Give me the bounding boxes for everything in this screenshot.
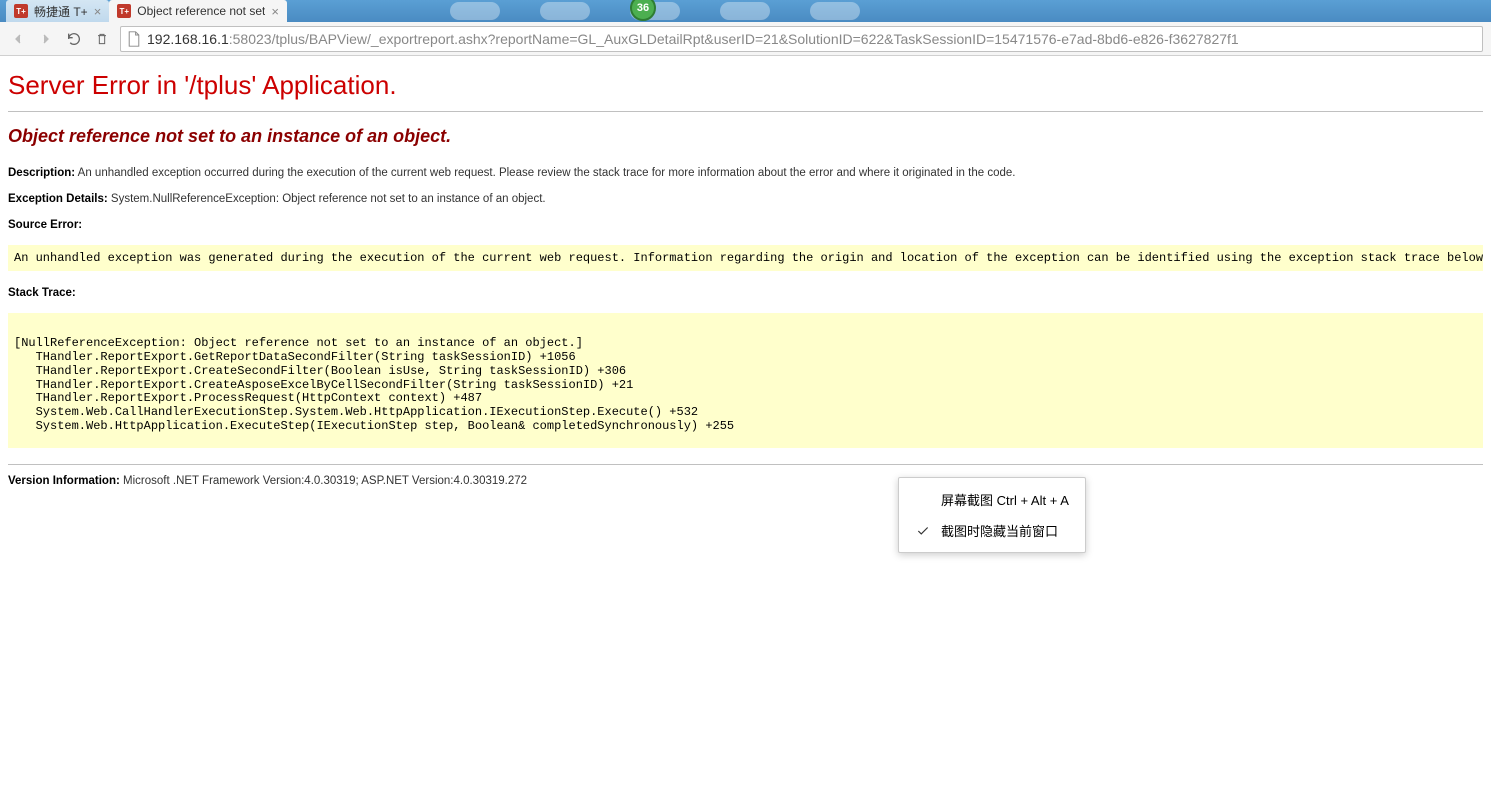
version-info: Version Information: Microsoft .NET Fram…: [8, 475, 1483, 487]
browser-tab-strip: T+ 畅捷通 T+ × T+ Object reference not set …: [0, 0, 1491, 22]
tab-favicon-icon: T+: [14, 4, 28, 18]
reload-button[interactable]: [64, 29, 84, 49]
divider: [8, 464, 1483, 465]
stack-trace-block: [NullReferenceException: Object referenc…: [8, 313, 1483, 447]
page-title: Server Error in '/tplus' Application.: [8, 64, 1483, 107]
tab-close-icon[interactable]: ×: [94, 4, 102, 19]
url-text: 192.168.16.1:58023/tplus/BAPView/_export…: [147, 31, 1239, 47]
menu-item-screenshot[interactable]: 屏幕截图 Ctrl + Alt + A: [899, 484, 1085, 515]
source-error-block: An unhandled exception was generated dur…: [8, 245, 1483, 271]
address-bar[interactable]: 192.168.16.1:58023/tplus/BAPView/_export…: [120, 26, 1483, 52]
browser-toolbar: 192.168.16.1:58023/tplus/BAPView/_export…: [0, 22, 1491, 56]
version-label: Version Information:: [8, 475, 120, 487]
divider: [8, 111, 1483, 112]
tab-close-icon[interactable]: ×: [271, 4, 279, 19]
page-icon: [127, 31, 141, 47]
exception-details-section: Exception Details: System.NullReferenceE…: [8, 193, 1483, 205]
delete-button[interactable]: [92, 29, 112, 49]
exception-label: Exception Details:: [8, 193, 108, 205]
stack-trace-label: Stack Trace:: [8, 287, 76, 299]
arrow-left-icon: [10, 31, 26, 47]
reload-icon: [66, 31, 82, 47]
description-text: An unhandled exception occurred during t…: [78, 167, 1016, 179]
arrow-right-icon: [38, 31, 54, 47]
description-section: Description: An unhandled exception occu…: [8, 167, 1483, 179]
tab-favicon-icon: T+: [117, 4, 131, 18]
source-error-label: Source Error:: [8, 219, 82, 231]
menu-item-label: 屏幕截图 Ctrl + Alt + A: [941, 490, 1069, 509]
check-icon: [915, 524, 931, 538]
error-page: Server Error in '/tplus' Application. Ob…: [0, 56, 1491, 495]
menu-item-label: 截图时隐藏当前窗口: [941, 521, 1058, 540]
tab-title: Object reference not set: [137, 4, 265, 18]
stack-trace-section: Stack Trace:: [8, 287, 1483, 299]
forward-button[interactable]: [36, 29, 56, 49]
description-label: Description:: [8, 167, 75, 179]
source-error-section: Source Error:: [8, 219, 1483, 231]
tab-title: 畅捷通 T+: [34, 3, 88, 20]
exception-text: System.NullReferenceException: Object re…: [111, 193, 546, 205]
browser-tab-inactive[interactable]: T+ 畅捷通 T+ ×: [6, 0, 109, 22]
url-path: :58023/tplus/BAPView/_exportreport.ashx?…: [229, 31, 1239, 47]
error-subtitle: Object reference not set to an instance …: [8, 126, 1483, 147]
version-text: Microsoft .NET Framework Version:4.0.303…: [123, 475, 527, 487]
context-menu: 屏幕截图 Ctrl + Alt + A 截图时隐藏当前窗口: [898, 477, 1086, 553]
browser-tab-active[interactable]: T+ Object reference not set ×: [109, 0, 287, 22]
menu-item-hide-window[interactable]: 截图时隐藏当前窗口: [899, 515, 1085, 546]
url-host: 192.168.16.1: [147, 31, 229, 47]
trash-icon: [94, 31, 110, 47]
back-button[interactable]: [8, 29, 28, 49]
